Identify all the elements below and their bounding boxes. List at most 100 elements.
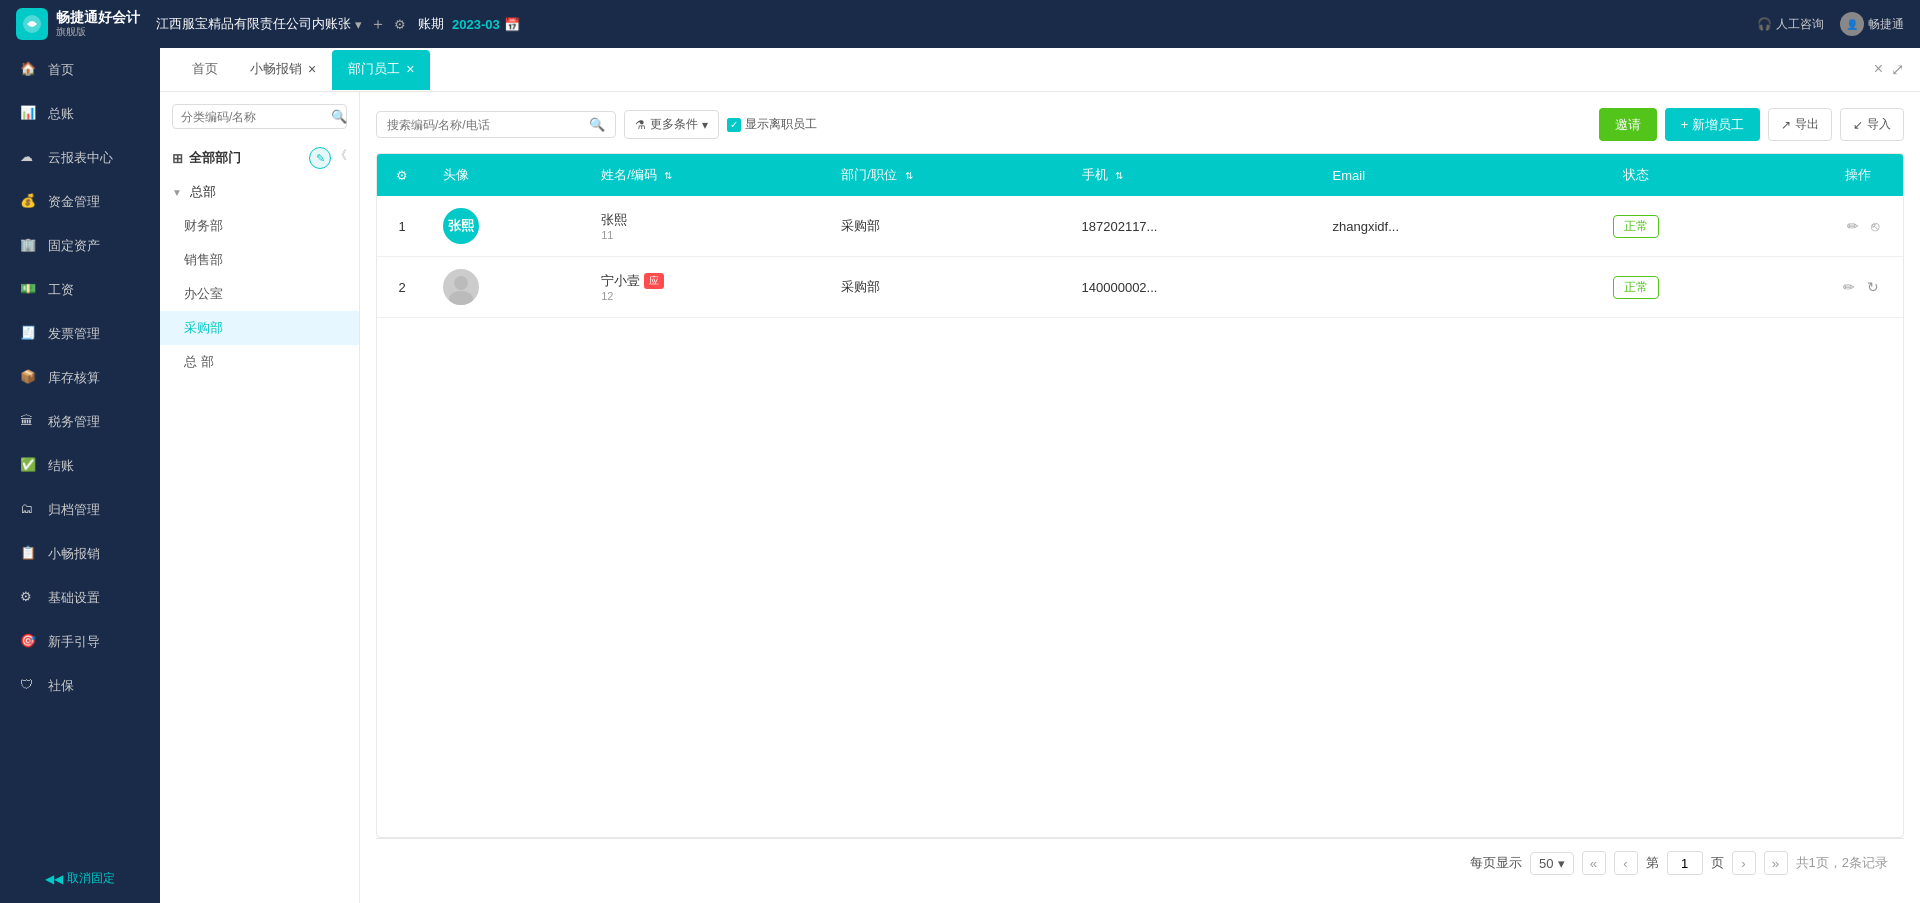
sidebar-item-invoice[interactable]: 🧾 发票管理 [0, 312, 160, 356]
last-page-button[interactable]: » [1764, 851, 1788, 875]
tab-expense-close[interactable]: × [308, 61, 316, 77]
dept-tree: ▼ 总部 财务部 销售部 办公室 采购部 总 部 [160, 175, 359, 891]
settings-column-header[interactable]: ⚙ [377, 154, 427, 196]
sidebar-item-fund[interactable]: 💰 资金管理 [0, 180, 160, 224]
row1-avatar-circle: 张熙 [443, 208, 479, 244]
row1-logout-button[interactable]: ⎋ [1871, 218, 1879, 234]
show-resign-checkbox[interactable]: ✓ [727, 118, 741, 132]
calendar-icon[interactable]: 📅 [504, 17, 520, 32]
row2-tag: 应 [644, 273, 664, 289]
row1-name-code-area: 张熙 11 [601, 211, 809, 241]
sidebar-item-expense[interactable]: 📋 小畅报销 [0, 532, 160, 576]
first-page-button[interactable]: « [1582, 851, 1606, 875]
sidebar-item-inventory[interactable]: 📦 库存核算 [0, 356, 160, 400]
logo-sub: 旗舰版 [56, 25, 140, 39]
name-code-column-header[interactable]: 姓名/编码 ⇅ [585, 154, 825, 196]
phone-label: 手机 [1082, 167, 1108, 182]
cancel-fixed-bar[interactable]: ◀◀ 取消固定 [0, 862, 160, 895]
invite-button[interactable]: 邀请 [1599, 108, 1657, 141]
page-number-input[interactable] [1667, 851, 1703, 875]
dept-search-input[interactable] [181, 110, 331, 124]
row2-refresh-button[interactable]: ↻ [1867, 279, 1879, 295]
dept-group-headquarters[interactable]: ▼ 总部 [160, 175, 359, 209]
employee-search-box[interactable]: 🔍 [376, 111, 616, 138]
service-button[interactable]: 🎧 人工咨询 [1757, 16, 1824, 33]
dept-all-header[interactable]: ⊞ 全部部门 ✎ 《 [160, 141, 359, 175]
dept-search-icon[interactable]: 🔍 [331, 109, 347, 124]
grid-icon: ⊞ [172, 151, 183, 166]
row2-dept: 采购部 [825, 257, 1065, 318]
sidebar-item-insurance[interactable]: 🛡 社保 [0, 664, 160, 708]
sidebar-item-ledger[interactable]: 📊 总账 [0, 92, 160, 136]
sidebar-item-asset[interactable]: 🏢 固定资产 [0, 224, 160, 268]
sidebar-label-tax: 税务管理 [48, 413, 100, 431]
page-content: 🔍 ⊞ 全部部门 ✎ 《 [160, 92, 1920, 903]
dept-sort-icon[interactable]: ⇅ [905, 170, 913, 181]
tab-dept-label: 部门员工 [348, 60, 400, 78]
sidebar-label-base-settings: 基础设置 [48, 589, 100, 607]
next-page-button[interactable]: › [1732, 851, 1756, 875]
page-text: 第 [1646, 854, 1659, 872]
prev-page-button[interactable]: ‹ [1614, 851, 1638, 875]
sidebar-label-home: 首页 [48, 61, 74, 79]
import-label: 导入 [1867, 116, 1891, 133]
export-label: 导出 [1795, 116, 1819, 133]
dept-add-button[interactable]: ✎ [309, 147, 331, 169]
sidebar-label-archive: 归档管理 [48, 501, 100, 519]
dept-item-general[interactable]: 总 部 [160, 345, 359, 379]
dept-item-sales[interactable]: 销售部 [160, 243, 359, 277]
sidebar-label-salary: 工资 [48, 281, 74, 299]
sidebar-item-archive[interactable]: 🗂 归档管理 [0, 488, 160, 532]
close-window-button[interactable]: × [1874, 60, 1883, 79]
filter-label: 更多条件 [650, 116, 698, 133]
employee-data-table: ⚙ 头像 姓名/编码 ⇅ 部门/职位 ⇅ [377, 154, 1903, 318]
expand-window-button[interactable]: ⤢ [1891, 60, 1904, 79]
sidebar-item-base-settings[interactable]: ⚙ 基础设置 [0, 576, 160, 620]
sidebar-item-cloud-report[interactable]: ☁ 云报表中心 [0, 136, 160, 180]
sidebar-item-checkout[interactable]: ✅ 结账 [0, 444, 160, 488]
employee-search-input[interactable] [387, 118, 589, 132]
row2-status: 正常 [1546, 257, 1727, 318]
row1-edit-button[interactable]: ✏ [1847, 218, 1859, 234]
tab-home[interactable]: 首页 [176, 50, 234, 90]
row2-edit-button[interactable]: ✏ [1843, 279, 1855, 295]
name-sort-icon[interactable]: ⇅ [664, 170, 672, 181]
tab-dept-employee[interactable]: 部门员工 × [332, 50, 430, 90]
dept-item-finance[interactable]: 财务部 [160, 209, 359, 243]
dept-item-office[interactable]: 办公室 [160, 277, 359, 311]
tab-expense[interactable]: 小畅报销 × [234, 50, 332, 90]
import-button[interactable]: ↙ 导入 [1840, 108, 1904, 141]
sidebar-item-salary[interactable]: 💵 工资 [0, 268, 160, 312]
show-resign-toggle[interactable]: ✓ 显示离职员工 [727, 116, 817, 133]
per-page-select[interactable]: 50 ▾ [1530, 852, 1573, 875]
settings-icon[interactable]: ⚙ [394, 17, 406, 32]
search-icon[interactable]: 🔍 [589, 117, 605, 132]
dept-search-box[interactable]: 🔍 [172, 104, 347, 129]
tab-dept-close[interactable]: × [406, 61, 414, 77]
phone-sort-icon[interactable]: ⇅ [1115, 170, 1123, 181]
dept-item-procurement[interactable]: 采购部 [160, 311, 359, 345]
plus-icon: ✎ [316, 152, 325, 165]
phone-column-header[interactable]: 手机 ⇅ [1066, 154, 1317, 196]
add-company-button[interactable]: ＋ [370, 14, 386, 35]
add-employee-button[interactable]: + 新增员工 [1665, 108, 1760, 141]
export-button[interactable]: ↗ 导出 [1768, 108, 1832, 141]
company-name: 江西服宝精品有限责任公司内账张 [156, 15, 351, 33]
per-page-label: 每页显示 [1470, 854, 1522, 872]
sidebar-label-inventory: 库存核算 [48, 369, 100, 387]
company-dropdown-icon[interactable]: ▾ [355, 17, 362, 32]
sidebar-item-tax[interactable]: 🏛 税务管理 [0, 400, 160, 444]
table-settings-icon[interactable]: ⚙ [396, 168, 408, 183]
sidebar-item-guide[interactable]: 🎯 新手引导 [0, 620, 160, 664]
checkout-icon: ✅ [20, 457, 38, 475]
ledger-icon: 📊 [20, 105, 38, 123]
sidebar-label-checkout: 结账 [48, 457, 74, 475]
dept-position-column-header[interactable]: 部门/职位 ⇅ [825, 154, 1065, 196]
user-menu[interactable]: 👤 畅捷通 [1840, 12, 1904, 36]
dept-collapse-button[interactable]: 《 [335, 147, 347, 169]
email-column-header: Email [1317, 154, 1546, 196]
sidebar-item-home[interactable]: 🏠 首页 [0, 48, 160, 92]
filter-button[interactable]: ⚗ 更多条件 ▾ [624, 110, 719, 139]
sidebar-label-insurance: 社保 [48, 677, 74, 695]
service-label: 人工咨询 [1776, 16, 1824, 33]
